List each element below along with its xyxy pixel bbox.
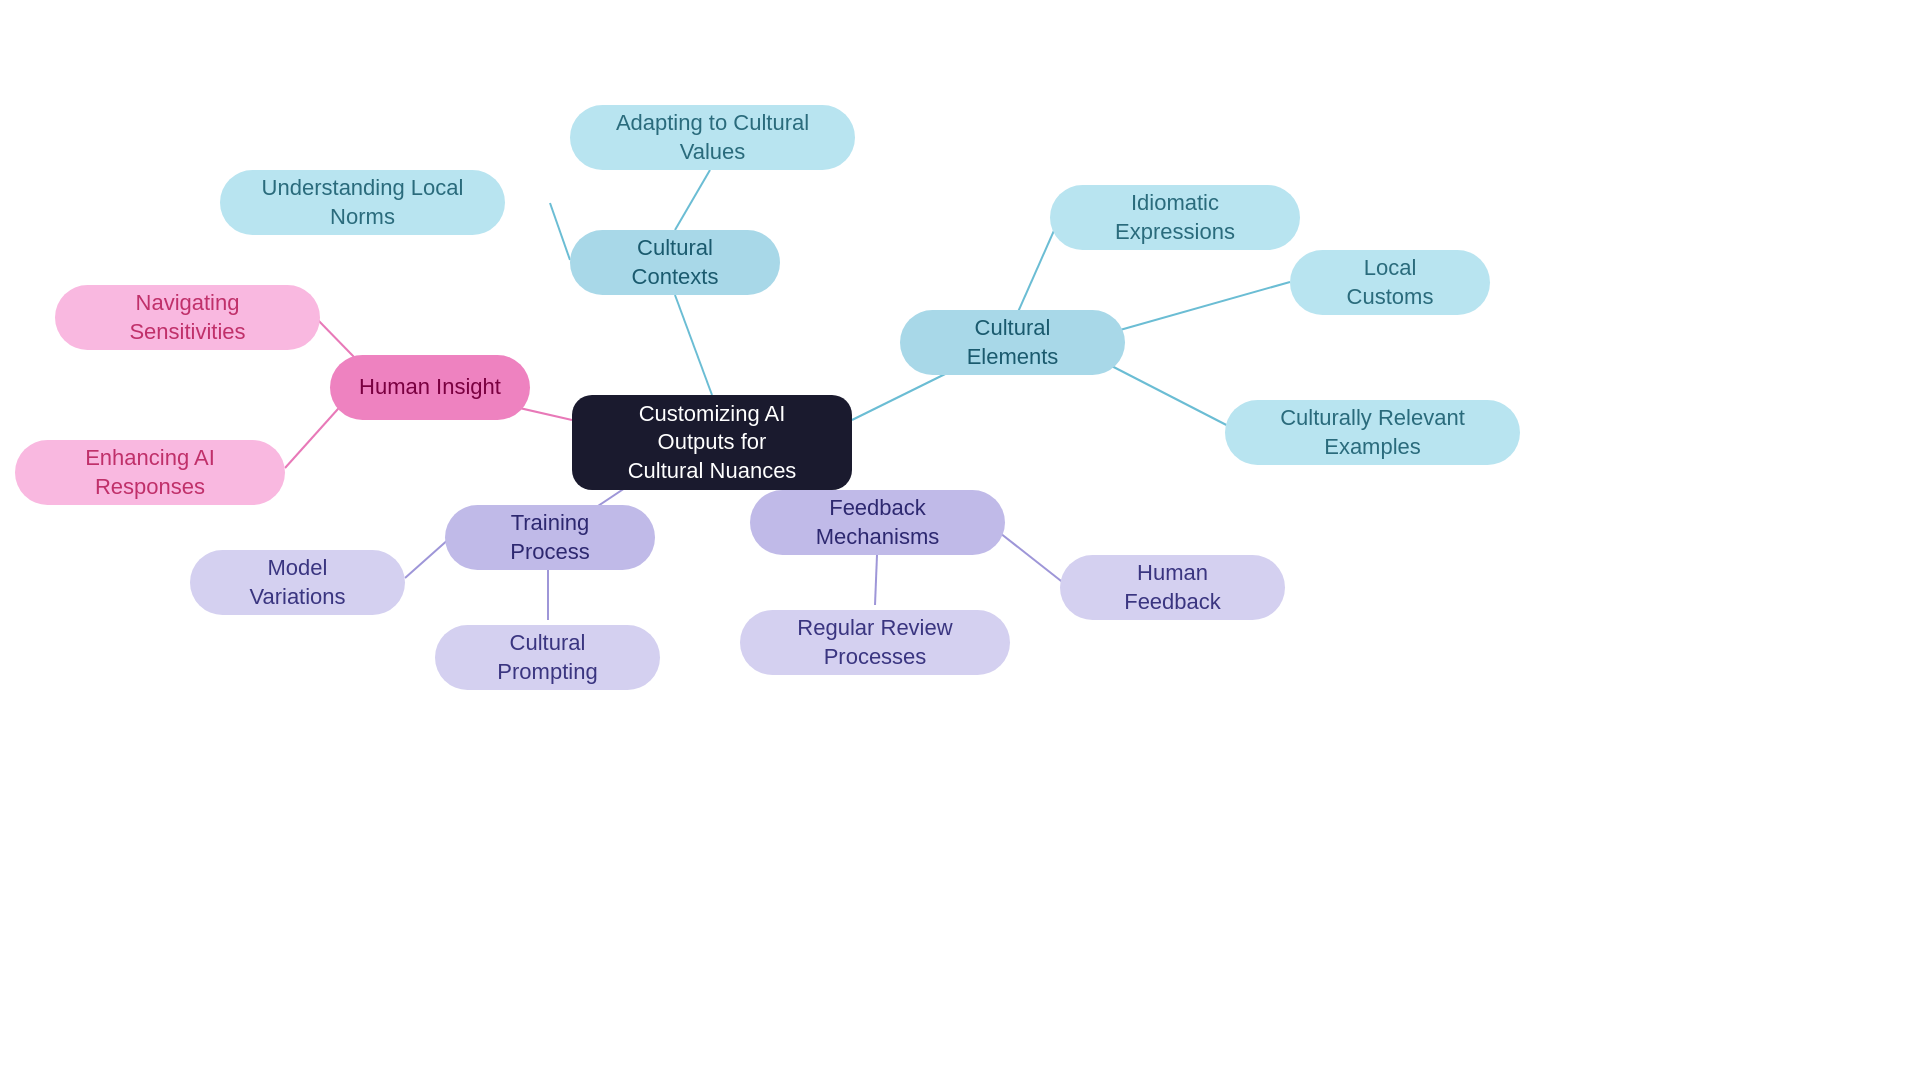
- feedback-mechanisms-label: Feedback Mechanisms: [778, 494, 977, 551]
- cultural-prompting-node: Cultural Prompting: [435, 625, 660, 690]
- cultural-contexts-label: Cultural Contexts: [598, 234, 752, 291]
- svg-line-6: [1100, 360, 1240, 432]
- center-label: Customizing AI Outputs for Cultural Nuan…: [600, 400, 824, 486]
- understanding-label: Understanding Local Norms: [248, 174, 477, 231]
- svg-line-8: [315, 317, 355, 358]
- adapting-label: Adapting to Cultural Values: [598, 109, 827, 166]
- cultural-prompting-label: Cultural Prompting: [463, 629, 632, 686]
- idiomatic-expressions-node: Idiomatic Expressions: [1050, 185, 1300, 250]
- svg-line-14: [1000, 533, 1070, 588]
- svg-line-1: [675, 170, 710, 230]
- cultural-contexts-node: Cultural Contexts: [570, 230, 780, 295]
- adapting-cultural-values-node: Adapting to Cultural Values: [570, 105, 855, 170]
- svg-line-11: [405, 538, 450, 578]
- model-variations-label: Model Variations: [218, 554, 377, 611]
- enhancing-label: Enhancing AI Responses: [43, 444, 257, 501]
- svg-line-5: [1120, 282, 1290, 330]
- svg-line-0: [675, 295, 712, 395]
- center-node: Customizing AI Outputs for Cultural Nuan…: [572, 395, 852, 490]
- svg-line-15: [875, 555, 877, 605]
- human-insight-node: Human Insight: [330, 355, 530, 420]
- culturally-relevant-label: Culturally Relevant Examples: [1253, 404, 1492, 461]
- navigating-label: Navigating Sensitivities: [83, 289, 292, 346]
- local-customs-label: Local Customs: [1318, 254, 1462, 311]
- local-customs-node: Local Customs: [1290, 250, 1490, 315]
- training-label: Training Process: [473, 509, 627, 566]
- regular-review-label: Regular Review Processes: [768, 614, 982, 671]
- cultural-elements-label: Cultural Elements: [928, 314, 1097, 371]
- culturally-relevant-examples-node: Culturally Relevant Examples: [1225, 400, 1520, 465]
- cultural-elements-node: Cultural Elements: [900, 310, 1125, 375]
- human-feedback-label: Human Feedback: [1088, 559, 1257, 616]
- training-process-node: Training Process: [445, 505, 655, 570]
- human-insight-label: Human Insight: [359, 373, 501, 402]
- model-variations-node: Model Variations: [190, 550, 405, 615]
- svg-line-2: [550, 203, 570, 260]
- regular-review-processes-node: Regular Review Processes: [740, 610, 1010, 675]
- idiomatic-label: Idiomatic Expressions: [1078, 189, 1272, 246]
- feedback-mechanisms-node: Feedback Mechanisms: [750, 490, 1005, 555]
- human-feedback-node: Human Feedback: [1060, 555, 1285, 620]
- navigating-sensitivities-node: Navigating Sensitivities: [55, 285, 320, 350]
- enhancing-ai-responses-node: Enhancing AI Responses: [15, 440, 285, 505]
- understanding-local-norms-node: Understanding Local Norms: [220, 170, 505, 235]
